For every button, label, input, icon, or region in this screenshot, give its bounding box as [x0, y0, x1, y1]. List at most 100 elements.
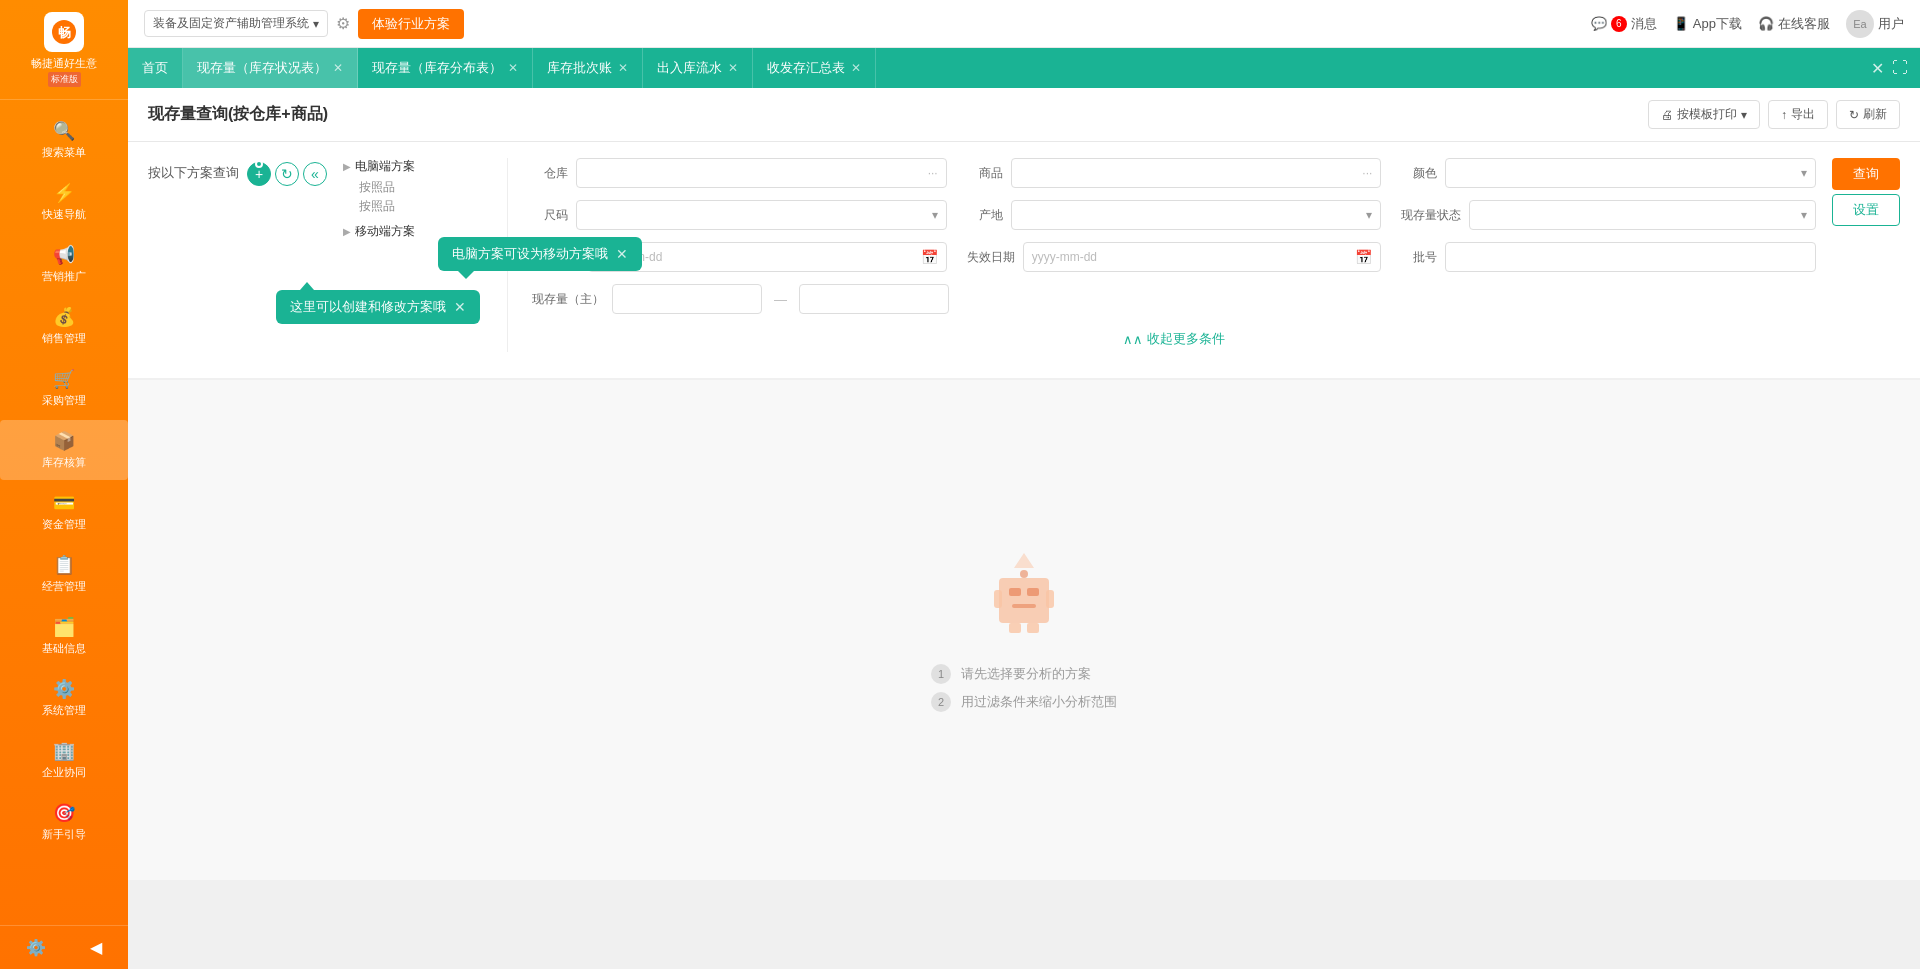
sales-icon: 💰: [53, 306, 75, 328]
sidebar-item-operations[interactable]: 📋 经营管理: [0, 544, 128, 604]
sidebar-item-enterprise[interactable]: 🏢 企业协同: [0, 730, 128, 790]
empty-step-2: 2 用过滤条件来缩小分析范围: [931, 692, 1117, 712]
tab-inventory-dist-label: 现存量（库存分布表）: [372, 59, 502, 77]
tab-inout-flow[interactable]: 出入库流水 ✕: [643, 48, 753, 88]
svg-text:畅: 畅: [58, 25, 71, 40]
tab-batch-account-label: 库存批次账: [547, 59, 612, 77]
expiry-date-label: 失效日期: [967, 249, 1015, 266]
sidebar-item-quick[interactable]: ⚡ 快速导航: [0, 172, 128, 232]
size-field: 尺码 ▾: [532, 200, 947, 230]
logo-text: 畅捷通好生意: [31, 56, 97, 70]
stock-status-select[interactable]: ▾: [1469, 200, 1816, 230]
settings-filter-btn[interactable]: 设置: [1832, 194, 1900, 226]
step-2-num: 2: [931, 692, 951, 712]
color-select[interactable]: ▾: [1445, 158, 1816, 188]
refresh-btn[interactable]: ↻ 刷新: [1836, 100, 1900, 129]
tab-receive-summary[interactable]: 收发存汇总表 ✕: [753, 48, 876, 88]
sidebar-item-guide[interactable]: 🎯 新手引导: [0, 792, 128, 852]
svg-rect-2: [999, 578, 1049, 623]
sidebar-item-base[interactable]: 🗂️ 基础信息: [0, 606, 128, 666]
stock-qty-min-input[interactable]: [612, 284, 762, 314]
sidebar-item-inventory[interactable]: 📦 库存核算: [0, 420, 128, 480]
stock-qty-max-input[interactable]: [799, 284, 949, 314]
collapse-btn[interactable]: ∧∧ 收起更多条件: [532, 326, 1816, 352]
print-btn[interactable]: 🖨 按模板打印 ▾: [1648, 100, 1760, 129]
sidebar-item-sales[interactable]: 💰 销售管理: [0, 296, 128, 356]
expiry-date-input[interactable]: yyyy-mm-dd 📅: [1023, 242, 1382, 272]
product-label: 商品: [967, 165, 1003, 182]
tab-inout-flow-label: 出入库流水: [657, 59, 722, 77]
tab-close-all-btn[interactable]: ✕: [1871, 59, 1884, 78]
tab-batch-account-close[interactable]: ✕: [618, 61, 628, 75]
header-gear-btn[interactable]: ⚙: [336, 14, 350, 33]
action-tooltip-close[interactable]: ✕: [454, 299, 466, 315]
user-avatar-btn[interactable]: Ea 用户: [1846, 10, 1904, 38]
expiry-date-field: 失效日期 yyyy-mm-dd 📅: [967, 242, 1382, 272]
sidebar-bottom: ⚙️ ◀: [0, 925, 128, 969]
sidebar-item-purchase[interactable]: 🛒 采购管理: [0, 358, 128, 418]
tab-receive-summary-close[interactable]: ✕: [851, 61, 861, 75]
svg-rect-7: [1046, 590, 1054, 608]
svg-point-11: [1020, 570, 1028, 578]
app-download-btn[interactable]: 📱 App下载: [1673, 15, 1742, 33]
back-btn[interactable]: «: [303, 162, 327, 186]
tabs-actions: ✕ ⛶: [1859, 48, 1920, 88]
base-icon: 🗂️: [53, 616, 75, 638]
warehouse-label: 仓库: [532, 165, 568, 182]
size-chevron-icon: ▾: [932, 208, 938, 222]
sidebar-item-finance[interactable]: 💳 资金管理: [0, 482, 128, 542]
tabs-bar: 首页 现存量（库存状况表） ✕ 现存量（库存分布表） ✕ 库存批次账 ✕ 出入库…: [128, 48, 1920, 88]
stock-status-chevron-icon: ▾: [1801, 208, 1807, 222]
stock-qty-label: 现存量（主）: [532, 291, 604, 308]
tab-inventory-status-label: 现存量（库存状况表）: [197, 59, 327, 77]
scheme-item-2[interactable]: 按照品: [359, 198, 483, 215]
tab-expand-btn[interactable]: ⛶: [1892, 59, 1908, 77]
step-1-num: 1: [931, 664, 951, 684]
trial-btn[interactable]: 体验行业方案: [358, 9, 464, 39]
purchase-icon: 🛒: [53, 368, 75, 390]
batch-input[interactable]: [1445, 242, 1816, 272]
system-icon: ⚙️: [53, 678, 75, 700]
online-support-btn[interactable]: 🎧 在线客服: [1758, 15, 1830, 33]
refresh-scheme-btn[interactable]: ↻: [275, 162, 299, 186]
tab-inventory-dist-close[interactable]: ✕: [508, 61, 518, 75]
avatar: Ea: [1846, 10, 1874, 38]
collapse-icon: ∧∧: [1123, 332, 1143, 347]
sidebar-settings-btn[interactable]: ⚙️: [22, 934, 50, 961]
sidebar-item-search[interactable]: 🔍 搜索菜单: [0, 110, 128, 170]
warehouse-input[interactable]: ···: [576, 158, 947, 188]
logo-icon: 畅: [44, 12, 84, 52]
tab-batch-account[interactable]: 库存批次账 ✕: [533, 48, 643, 88]
mobile-arrow-icon: ▶: [343, 226, 351, 237]
page-actions: 🖨 按模板打印 ▾ ↑ 导出 ↻ 刷新: [1648, 100, 1900, 129]
support-icon: 🎧: [1758, 16, 1774, 31]
stock-qty-field: 现存量（主） —: [532, 284, 1816, 314]
tab-inout-flow-close[interactable]: ✕: [728, 61, 738, 75]
message-icon: 💬: [1591, 16, 1607, 31]
scheme-tooltip: 电脑方案可设为移动方案哦 ✕: [438, 237, 642, 271]
scheme-item-1[interactable]: 按照品: [359, 179, 483, 196]
empty-icon: [974, 548, 1074, 648]
size-select[interactable]: ▾: [576, 200, 947, 230]
scheme-tooltip-close[interactable]: ✕: [616, 246, 628, 262]
desktop-scheme-group[interactable]: ▶ 电脑端方案: [343, 158, 483, 175]
system-selector[interactable]: 装备及固定资产辅助管理系统 ▾: [144, 10, 328, 37]
origin-chevron-icon: ▾: [1366, 208, 1372, 222]
chevron-down-icon: ▾: [1801, 166, 1807, 180]
sidebar-collapse-btn[interactable]: ◀: [86, 934, 106, 961]
tab-inventory-dist[interactable]: 现存量（库存分布表） ✕: [358, 48, 533, 88]
origin-select[interactable]: ▾: [1011, 200, 1382, 230]
tab-home[interactable]: 首页: [128, 48, 183, 88]
sidebar: 畅 畅捷通好生意 标准版 🔍 搜索菜单 ⚡ 快速导航 📢 营销推广 💰 销售管理…: [0, 0, 128, 969]
export-btn[interactable]: ↑ 导出: [1768, 100, 1828, 129]
product-input[interactable]: ···: [1011, 158, 1382, 188]
sidebar-item-system[interactable]: ⚙️ 系统管理: [0, 668, 128, 728]
tab-inventory-status[interactable]: 现存量（库存状况表） ✕: [183, 48, 358, 88]
tab-inventory-status-close[interactable]: ✕: [333, 61, 343, 75]
query-btn[interactable]: 查询: [1832, 158, 1900, 190]
warehouse-field: 仓库 ···: [532, 158, 947, 188]
message-btn[interactable]: 💬 6 消息: [1591, 15, 1657, 33]
add-scheme-btn[interactable]: +: [247, 162, 271, 186]
sidebar-item-marketing[interactable]: 📢 营销推广: [0, 234, 128, 294]
origin-label: 产地: [967, 207, 1003, 224]
